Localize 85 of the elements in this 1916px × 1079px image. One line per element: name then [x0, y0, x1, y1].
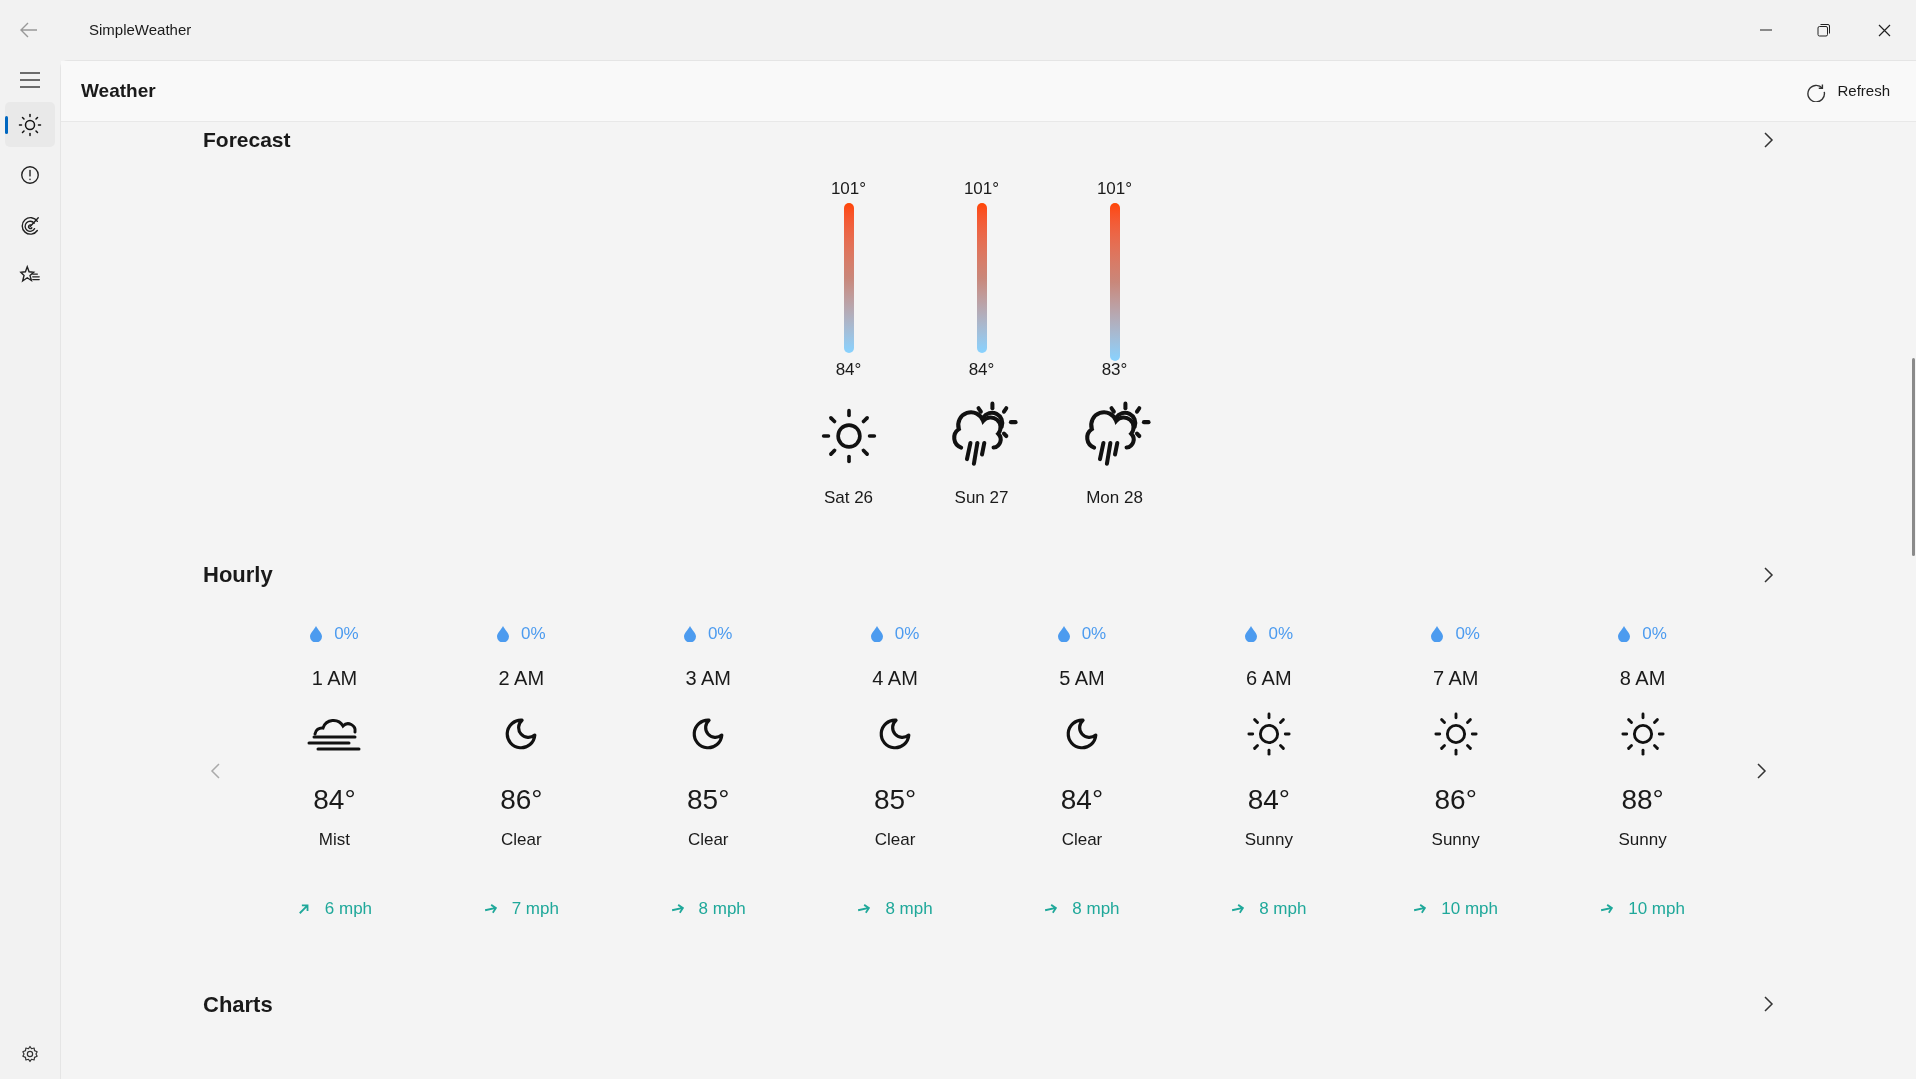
raindrop-icon	[310, 625, 323, 642]
condition-label: Mist	[318, 828, 350, 851]
raindrop-icon	[870, 625, 883, 642]
hour-temp: 86°	[500, 782, 543, 817]
refresh-button[interactable]: Refresh	[1799, 75, 1896, 107]
condition-label: Sunny	[1618, 828, 1667, 851]
wind-speed: 8 mph	[698, 898, 746, 920]
wind-speed: 10 mph	[1628, 898, 1685, 920]
sun-icon	[1432, 710, 1479, 757]
high-temp: 101°	[963, 177, 1000, 200]
nav-item[interactable]	[5, 102, 55, 147]
hour-label: 8 AM	[1619, 665, 1666, 691]
precip-chance: 0%	[521, 623, 546, 645]
high-temp: 101°	[1096, 177, 1133, 200]
precip-chance: 0%	[707, 623, 733, 645]
close-icon[interactable]	[1878, 23, 1891, 37]
hour-label: 6 AM	[1246, 665, 1292, 691]
alert-icon	[19, 163, 41, 186]
moon-icon	[1064, 716, 1099, 751]
page-title: Weather	[81, 78, 156, 103]
moon-icon	[878, 716, 913, 751]
sun-icon	[18, 112, 42, 137]
sun-icon	[1619, 710, 1666, 757]
condition-label: Sunny	[1431, 828, 1480, 851]
raindrop-icon	[1618, 625, 1631, 642]
chevron-right-icon[interactable]	[1762, 130, 1774, 149]
day-label: Sat 26	[823, 486, 874, 509]
menu-icon[interactable]	[20, 72, 40, 88]
precip-chance: 0%	[1642, 623, 1667, 645]
day-label: Mon 28	[1086, 486, 1143, 509]
low-temp: 83°	[1101, 359, 1128, 381]
wind-speed: 6 mph	[324, 898, 373, 920]
chevron-right-icon[interactable]	[1762, 565, 1774, 584]
back-icon[interactable]	[20, 22, 38, 38]
hour-label: 1 AM	[311, 665, 358, 691]
hour-temp: 84°	[1060, 782, 1104, 817]
hour-temp: 85°	[687, 782, 730, 817]
restore-icon[interactable]	[1817, 23, 1831, 37]
moon-icon	[691, 716, 726, 751]
hour-label: 5 AM	[1059, 665, 1105, 691]
hour-label: 2 AM	[498, 665, 545, 691]
precip-chance: 0%	[334, 623, 359, 645]
high-temp: 101°	[830, 177, 867, 200]
section-heading: Forecast	[203, 127, 291, 153]
day-label: Sun 27	[954, 486, 1009, 509]
section-heading: Hourly	[203, 561, 273, 589]
sun-icon	[1245, 710, 1292, 757]
sun-icon	[819, 406, 878, 465]
wind-speed: 8 mph	[885, 898, 933, 920]
precip-chance: 0%	[1455, 623, 1480, 645]
hour-temp: 85°	[873, 782, 917, 817]
wind-speed: 8 mph	[1072, 898, 1120, 920]
scroll-right-icon[interactable]	[1755, 762, 1767, 781]
low-temp: 84°	[835, 359, 862, 381]
raindrop-icon	[683, 625, 696, 642]
hour-temp: 84°	[1247, 782, 1290, 817]
precip-chance: 0%	[894, 623, 920, 645]
wind-speed: 7 mph	[511, 898, 559, 920]
precip-chance: 0%	[1081, 623, 1107, 645]
low-temp: 84°	[968, 359, 995, 381]
settings-icon[interactable]	[21, 1045, 39, 1063]
condition-label: Clear	[501, 828, 542, 851]
window-title: SimpleWeather	[89, 19, 192, 40]
raindrop-icon	[1244, 625, 1257, 642]
condition-label: Clear	[1061, 828, 1103, 851]
hour-label: 3 AM	[685, 665, 731, 691]
condition-label: Clear	[874, 828, 916, 851]
condition-label: Clear	[687, 828, 729, 851]
moon-icon	[504, 716, 539, 751]
raindrop-icon	[1431, 625, 1444, 642]
scrollbar-thumb[interactable]	[1912, 358, 1915, 556]
hour-label: 4 AM	[872, 665, 918, 691]
precip-chance: 0%	[1268, 623, 1294, 645]
hour-temp: 88°	[1621, 782, 1664, 817]
wind-speed: 10 mph	[1441, 898, 1499, 920]
raindrop-icon	[1057, 625, 1070, 642]
hour-label: 7 AM	[1432, 665, 1479, 691]
condition-label: Sunny	[1244, 828, 1293, 851]
section-heading: Charts	[203, 990, 273, 1019]
hour-temp: 84°	[313, 782, 356, 817]
selection-indicator	[5, 116, 8, 134]
hour-temp: 86°	[1434, 782, 1477, 817]
wind-speed: 8 mph	[1259, 898, 1307, 920]
raindrop-icon	[497, 625, 509, 642]
chevron-right-icon[interactable]	[1762, 995, 1774, 1013]
